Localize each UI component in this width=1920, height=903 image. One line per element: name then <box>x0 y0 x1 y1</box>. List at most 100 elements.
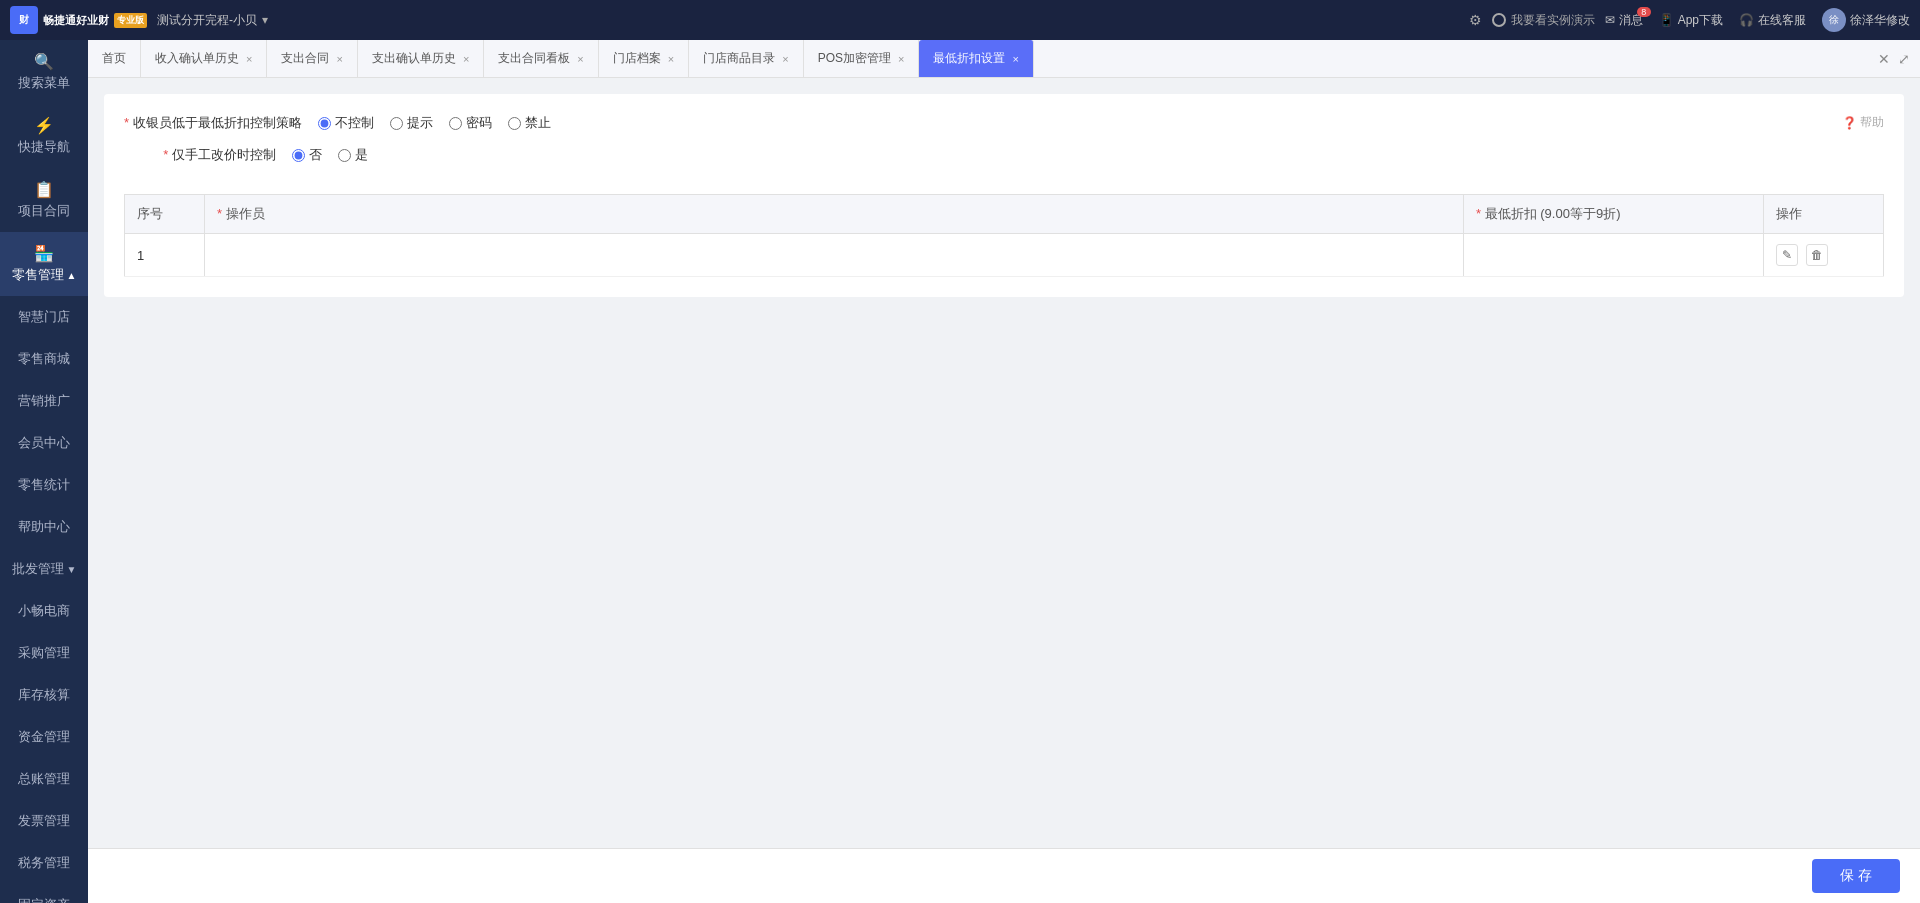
help-link-label: 帮助 <box>1860 114 1884 131</box>
cell-action: ✎ 🗑 <box>1764 234 1884 277</box>
cell-operator[interactable] <box>205 234 1464 277</box>
sidebar-item-retail-stats[interactable]: 零售统计 <box>0 464 88 506</box>
sidebar-item-project[interactable]: 📋 项目合同 <box>0 168 88 232</box>
messages-button[interactable]: ✉ 消息 8 <box>1605 12 1643 29</box>
tab-payment-contract-close[interactable]: × <box>336 53 342 65</box>
tab-pos-pwd[interactable]: POS加密管理 × <box>804 40 920 77</box>
edit-button[interactable]: ✎ <box>1776 244 1798 266</box>
strategy-forbidden-input[interactable] <box>508 117 521 130</box>
tab-store-file-label: 门店档案 <box>613 50 661 67</box>
tab-payment-board[interactable]: 支出合同看板 × <box>484 40 598 77</box>
sidebar-item-shortcut[interactable]: ⚡ 快捷导航 <box>0 104 88 168</box>
col-action-header: 操作 <box>1764 195 1884 234</box>
sidebar-item-ledger[interactable]: 总账管理 <box>0 758 88 800</box>
tab-home[interactable]: 首页 <box>88 40 141 77</box>
manual-no-input[interactable] <box>292 149 305 162</box>
close-all-icon[interactable]: ✕ <box>1878 51 1890 67</box>
col-operator-header: * 操作员 <box>205 195 1464 234</box>
maximize-icon[interactable]: ⤢ <box>1898 51 1910 67</box>
app-download-icon: 📱 <box>1659 13 1674 27</box>
sidebar-label-retail-stats: 零售统计 <box>18 476 70 494</box>
sidebar-item-assets[interactable]: 固定资产 <box>0 884 88 903</box>
help-link[interactable]: ❓ 帮助 <box>1842 114 1884 131</box>
main-card: 收银员低于最低折扣控制策略 不控制 提示 <box>104 94 1904 297</box>
tab-min-discount[interactable]: 最低折扣设置 × <box>919 40 1033 77</box>
retail-arrow-icon: ▲ <box>67 270 77 281</box>
sidebar-item-wholesale[interactable]: 批发管理 ▼ <box>0 548 88 590</box>
sidebar-label-shortcut: 快捷导航 <box>18 138 70 156</box>
tab-payment-confirm[interactable]: 支出确认单历史 × <box>358 40 484 77</box>
strategy-remind[interactable]: 提示 <box>390 114 433 132</box>
project-dropdown-icon[interactable]: ▾ <box>262 13 268 27</box>
tab-income-confirm[interactable]: 收入确认单历史 × <box>141 40 267 77</box>
search-icon: 🔍 <box>34 52 54 71</box>
sidebar-item-online-mall[interactable]: 零售商城 <box>0 338 88 380</box>
tab-store-goods-close[interactable]: × <box>782 53 788 65</box>
strategy-forbidden[interactable]: 禁止 <box>508 114 551 132</box>
tab-min-discount-close[interactable]: × <box>1012 53 1018 65</box>
demo-link[interactable]: 我要看实例演示 <box>1492 12 1595 29</box>
wholesale-arrow-icon: ▼ <box>67 564 77 575</box>
sidebar-item-marketing[interactable]: 营销推广 <box>0 380 88 422</box>
tab-store-file-close[interactable]: × <box>668 53 674 65</box>
sidebar-item-finance[interactable]: 资金管理 <box>0 716 88 758</box>
app-download-button[interactable]: 📱 App下载 <box>1659 12 1723 29</box>
sidebar-label-wholesale: 批发管理 <box>12 560 64 578</box>
tab-income-confirm-close[interactable]: × <box>246 53 252 65</box>
demo-circle-icon <box>1492 13 1506 27</box>
manual-yes[interactable]: 是 <box>338 146 368 164</box>
tab-payment-contract[interactable]: 支出合同 × <box>267 40 357 77</box>
sidebar-label-smart-store: 智慧门店 <box>18 308 70 326</box>
tab-pos-pwd-close[interactable]: × <box>898 53 904 65</box>
tabbar: 首页 收入确认单历史 × 支出合同 × 支出确认单历史 × 支出合同看板 × 门… <box>88 40 1920 78</box>
strategy-row: 收银员低于最低折扣控制策略 不控制 提示 <box>124 114 1842 132</box>
main-layout: 🔍 搜索菜单 ⚡ 快捷导航 📋 项目合同 🏪 零售管理 ▲ 智慧门店 零售商城 … <box>0 40 1920 903</box>
project-selector[interactable]: 测试分开完程-小贝 ▾ <box>157 12 1459 29</box>
topbar: 财 畅捷通好业财 专业版 测试分开完程-小贝 ▾ ⚙ 我要看实例演示 ✉ 消息 … <box>0 0 1920 40</box>
manual-no[interactable]: 否 <box>292 146 322 164</box>
sidebar-item-inventory[interactable]: 库存核算 <box>0 674 88 716</box>
sidebar-item-tax[interactable]: 税务管理 <box>0 842 88 884</box>
user-profile-button[interactable]: 徐 徐泽华修改 <box>1822 8 1910 32</box>
tab-min-discount-label: 最低折扣设置 <box>933 50 1005 67</box>
retail-icon: 🏪 <box>34 244 54 263</box>
tab-store-goods[interactable]: 门店商品目录 × <box>689 40 803 77</box>
tab-store-file[interactable]: 门店档案 × <box>599 40 689 77</box>
sidebar-item-retail[interactable]: 🏪 零售管理 ▲ <box>0 232 88 296</box>
delete-button[interactable]: 🗑 <box>1806 244 1828 266</box>
online-service-label: 在线客服 <box>1758 12 1806 29</box>
cell-min-discount[interactable] <box>1464 234 1764 277</box>
strategy-remind-input[interactable] <box>390 117 403 130</box>
col-seq-header: 序号 <box>125 195 205 234</box>
shortcut-icon: ⚡ <box>34 116 54 135</box>
online-service-button[interactable]: 🎧 在线客服 <box>1739 12 1806 29</box>
manual-yes-input[interactable] <box>338 149 351 162</box>
pro-badge: 专业版 <box>114 13 147 28</box>
settings-icon[interactable]: ⚙ <box>1469 12 1482 28</box>
project-icon: 📋 <box>34 180 54 199</box>
strategy-no-control-label: 不控制 <box>335 114 374 132</box>
tab-home-label: 首页 <box>102 50 126 67</box>
save-button[interactable]: 保 存 <box>1812 859 1900 893</box>
topbar-actions: ✉ 消息 8 📱 App下载 🎧 在线客服 徐 徐泽华修改 <box>1605 8 1910 32</box>
tab-payment-board-close[interactable]: × <box>577 53 583 65</box>
sidebar-label-ledger: 总账管理 <box>18 770 70 788</box>
sidebar-item-invoice[interactable]: 发票管理 <box>0 800 88 842</box>
sidebar-item-help[interactable]: 帮助中心 <box>0 506 88 548</box>
logo-icon: 财 <box>10 6 38 34</box>
sidebar-item-member[interactable]: 会员中心 <box>0 422 88 464</box>
strategy-no-control[interactable]: 不控制 <box>318 114 374 132</box>
sidebar-label-ecommerce: 小畅电商 <box>18 602 70 620</box>
sidebar: 🔍 搜索菜单 ⚡ 快捷导航 📋 项目合同 🏪 零售管理 ▲ 智慧门店 零售商城 … <box>0 40 88 903</box>
sidebar-item-ecommerce[interactable]: 小畅电商 <box>0 590 88 632</box>
sidebar-item-purchase[interactable]: 采购管理 <box>0 632 88 674</box>
strategy-no-control-input[interactable] <box>318 117 331 130</box>
sidebar-label-finance: 资金管理 <box>18 728 70 746</box>
sidebar-label-purchase: 采购管理 <box>18 644 70 662</box>
tab-payment-confirm-close[interactable]: × <box>463 53 469 65</box>
sidebar-item-search[interactable]: 🔍 搜索菜单 <box>0 40 88 104</box>
sidebar-item-smart-store[interactable]: 智慧门店 <box>0 296 88 338</box>
strategy-password[interactable]: 密码 <box>449 114 492 132</box>
tabbar-end: ✕ ⤢ <box>1868 51 1920 67</box>
strategy-password-input[interactable] <box>449 117 462 130</box>
